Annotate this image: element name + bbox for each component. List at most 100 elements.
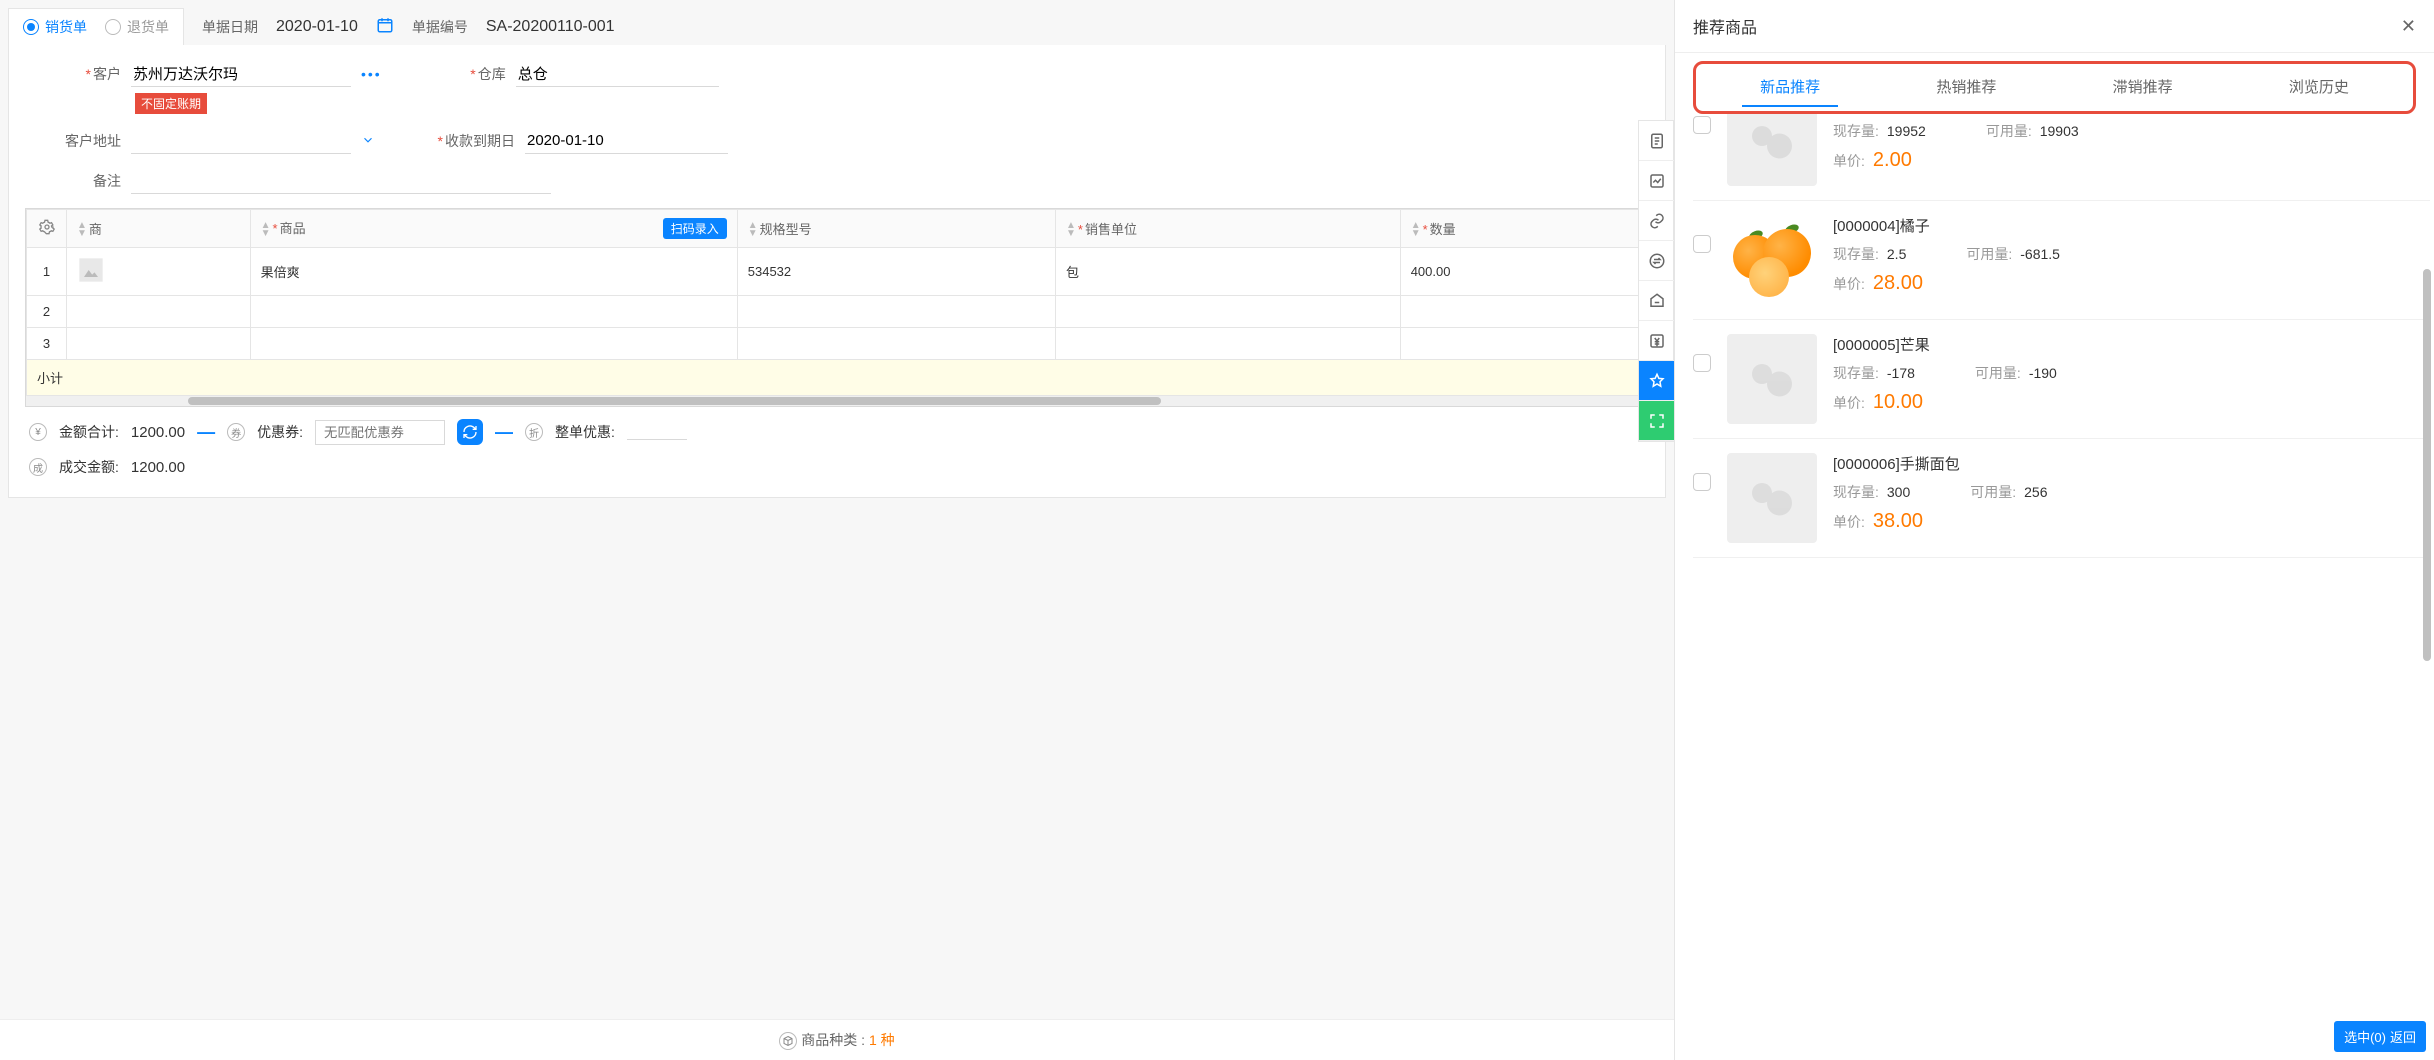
item-price: 单价:28.00 <box>1833 272 2430 295</box>
chevron-down-icon[interactable] <box>361 133 375 150</box>
price-label: 单价: <box>1833 395 1865 411</box>
recommend-title: 推荐商品 <box>1693 14 1757 38</box>
form-area: *客户 ••• *仓库 不固定账期 客户地址 <box>8 45 1666 498</box>
cell-qty[interactable] <box>1400 328 1647 360</box>
cell-unit[interactable] <box>1056 328 1401 360</box>
star-icon[interactable] <box>1639 361 1675 401</box>
table-header-row: ▲▼商 ▲▼*商品扫码录入 ▲▼规格型号 ▲▼*销售单位 ▲▼*数量 <box>27 210 1648 248</box>
recommend-list[interactable]: 250ml现存量:19952可用量:19903单价:2.00[0000004]橘… <box>1675 114 2434 1060</box>
yen-box-icon[interactable] <box>1639 321 1675 361</box>
item-info: [0000006]手撕面包现存量:300可用量:256单价:38.00 <box>1833 453 2430 533</box>
doc-date-value[interactable]: 2020-01-10 <box>276 18 358 36</box>
expand-icon[interactable] <box>1639 401 1675 441</box>
cell-img[interactable] <box>67 248 251 296</box>
link-icon[interactable] <box>1639 201 1675 241</box>
swap-icon[interactable] <box>1639 241 1675 281</box>
tab-sales[interactable]: 销货单 <box>23 17 87 37</box>
col-img[interactable]: ▲▼商 <box>67 210 251 248</box>
cell-unit[interactable] <box>1056 296 1401 328</box>
item-checkbox[interactable] <box>1693 116 1711 134</box>
tab-return[interactable]: 退货单 <box>105 17 169 37</box>
recommend-item[interactable]: [0000005]芒果现存量:-178可用量:-190单价:10.00 <box>1693 320 2430 439</box>
subtotal-label: 小计 <box>27 360 1648 396</box>
tab-sales-label: 销货单 <box>45 17 87 37</box>
customer-input[interactable] <box>131 61 351 87</box>
gear-column[interactable] <box>27 210 67 248</box>
table-row[interactable]: 2 <box>27 296 1648 328</box>
radio-unchecked-icon <box>105 19 121 35</box>
recommend-tab[interactable]: 浏览历史 <box>2271 68 2367 107</box>
cell-qty[interactable]: 400.00 <box>1400 248 1647 296</box>
radio-checked-icon <box>23 19 39 35</box>
refresh-coupon-button[interactable] <box>457 419 483 445</box>
warehouse-input[interactable] <box>516 61 719 87</box>
price-label: 单价: <box>1833 276 1865 292</box>
scan-input-button[interactable]: 扫码录入 <box>663 218 727 239</box>
avail-value: -190 <box>2029 365 2057 381</box>
cell-unit[interactable]: 包 <box>1056 248 1401 296</box>
stock-label: 现存量: <box>1833 123 1879 139</box>
remark-input[interactable] <box>131 168 551 194</box>
price-value: 38.00 <box>1873 510 1923 532</box>
recommend-tabs: 新品推荐 热销推荐 滞销推荐 浏览历史 <box>1702 68 2407 107</box>
item-checkbox[interactable] <box>1693 473 1711 491</box>
whole-discount-input[interactable] <box>627 424 687 440</box>
cell-product[interactable]: 果倍爽 <box>250 248 737 296</box>
package-icon <box>779 1032 797 1050</box>
cell-spec[interactable] <box>737 296 1055 328</box>
due-date-input[interactable] <box>525 128 728 154</box>
cell-qty[interactable] <box>1400 296 1647 328</box>
item-stats: 现存量:300可用量:256 <box>1833 482 2430 502</box>
item-stats: 现存量:-178可用量:-190 <box>1833 363 2430 383</box>
cell-product[interactable] <box>250 296 737 328</box>
product-thumb-icon <box>77 256 105 284</box>
item-price: 单价: 38.00 <box>1833 510 2430 533</box>
recommend-tab[interactable]: 热销推荐 <box>1918 68 2014 107</box>
cell-img[interactable] <box>67 328 251 360</box>
kinds-label: 商品种类 : <box>801 1032 865 1048</box>
inbox-icon[interactable] <box>1639 281 1675 321</box>
cell-spec[interactable] <box>737 328 1055 360</box>
close-icon[interactable]: ✕ <box>2401 16 2416 37</box>
recommend-header: 推荐商品 ✕ <box>1675 0 2434 53</box>
col-spec[interactable]: ▲▼规格型号 <box>737 210 1055 248</box>
row-number: 1 <box>27 248 67 296</box>
recommend-item[interactable]: [0000004]橘子现存量:2.5可用量:-681.5单价:28.00 <box>1693 201 2430 320</box>
col-product[interactable]: ▲▼*商品扫码录入 <box>250 210 737 248</box>
col-qty[interactable]: ▲▼*数量 <box>1400 210 1647 248</box>
item-info: [0000005]芒果现存量:-178可用量:-190单价:10.00 <box>1833 334 2430 414</box>
item-checkbox[interactable] <box>1693 235 1711 253</box>
recommend-tab[interactable]: 新品推荐 <box>1742 68 1838 107</box>
note-icon[interactable] <box>1639 121 1675 161</box>
bottom-bar: 商品种类 : 1 种 <box>0 1019 1674 1060</box>
coupon-input[interactable] <box>315 420 445 445</box>
avail-value: 256 <box>2024 484 2047 500</box>
cell-spec[interactable]: 534532 <box>737 248 1055 296</box>
minus-icon: — <box>197 422 215 443</box>
chart-icon[interactable] <box>1639 161 1675 201</box>
vertical-scrollbar[interactable] <box>2422 130 2432 1000</box>
item-checkbox[interactable] <box>1693 354 1711 372</box>
calendar-icon[interactable] <box>376 16 394 37</box>
recommend-item[interactable]: 250ml现存量:19952可用量:19903单价:2.00 <box>1693 114 2430 201</box>
customer-label: *客户 <box>25 64 121 84</box>
table-row[interactable]: 3 <box>27 328 1648 360</box>
customer-lookup-icon[interactable]: ••• <box>361 66 382 82</box>
deal-amount: 1200.00 <box>131 459 185 476</box>
selected-return-button[interactable]: 选中(0) 返回 <box>2334 1021 2426 1052</box>
horizontal-scrollbar[interactable] <box>26 396 1648 406</box>
cell-img[interactable] <box>67 296 251 328</box>
product-image-placeholder <box>1727 334 1817 424</box>
recommend-tab[interactable]: 滞销推荐 <box>2095 68 2191 107</box>
price-label: 单价: <box>1833 153 1865 169</box>
table-row[interactable]: 1 果倍爽534532包400.00 <box>27 248 1648 296</box>
gear-icon <box>39 219 55 235</box>
cell-product[interactable] <box>250 328 737 360</box>
address-input[interactable] <box>131 128 351 154</box>
due-date-label: *收款到期日 <box>415 131 515 151</box>
stock-label: 现存量: <box>1833 365 1879 381</box>
recommend-item[interactable]: [0000006]手撕面包现存量:300可用量:256单价:38.00 <box>1693 439 2430 558</box>
yen-icon: ¥ <box>29 423 47 441</box>
price-label: 单价: <box>1833 514 1865 530</box>
col-unit[interactable]: ▲▼*销售单位 <box>1056 210 1401 248</box>
